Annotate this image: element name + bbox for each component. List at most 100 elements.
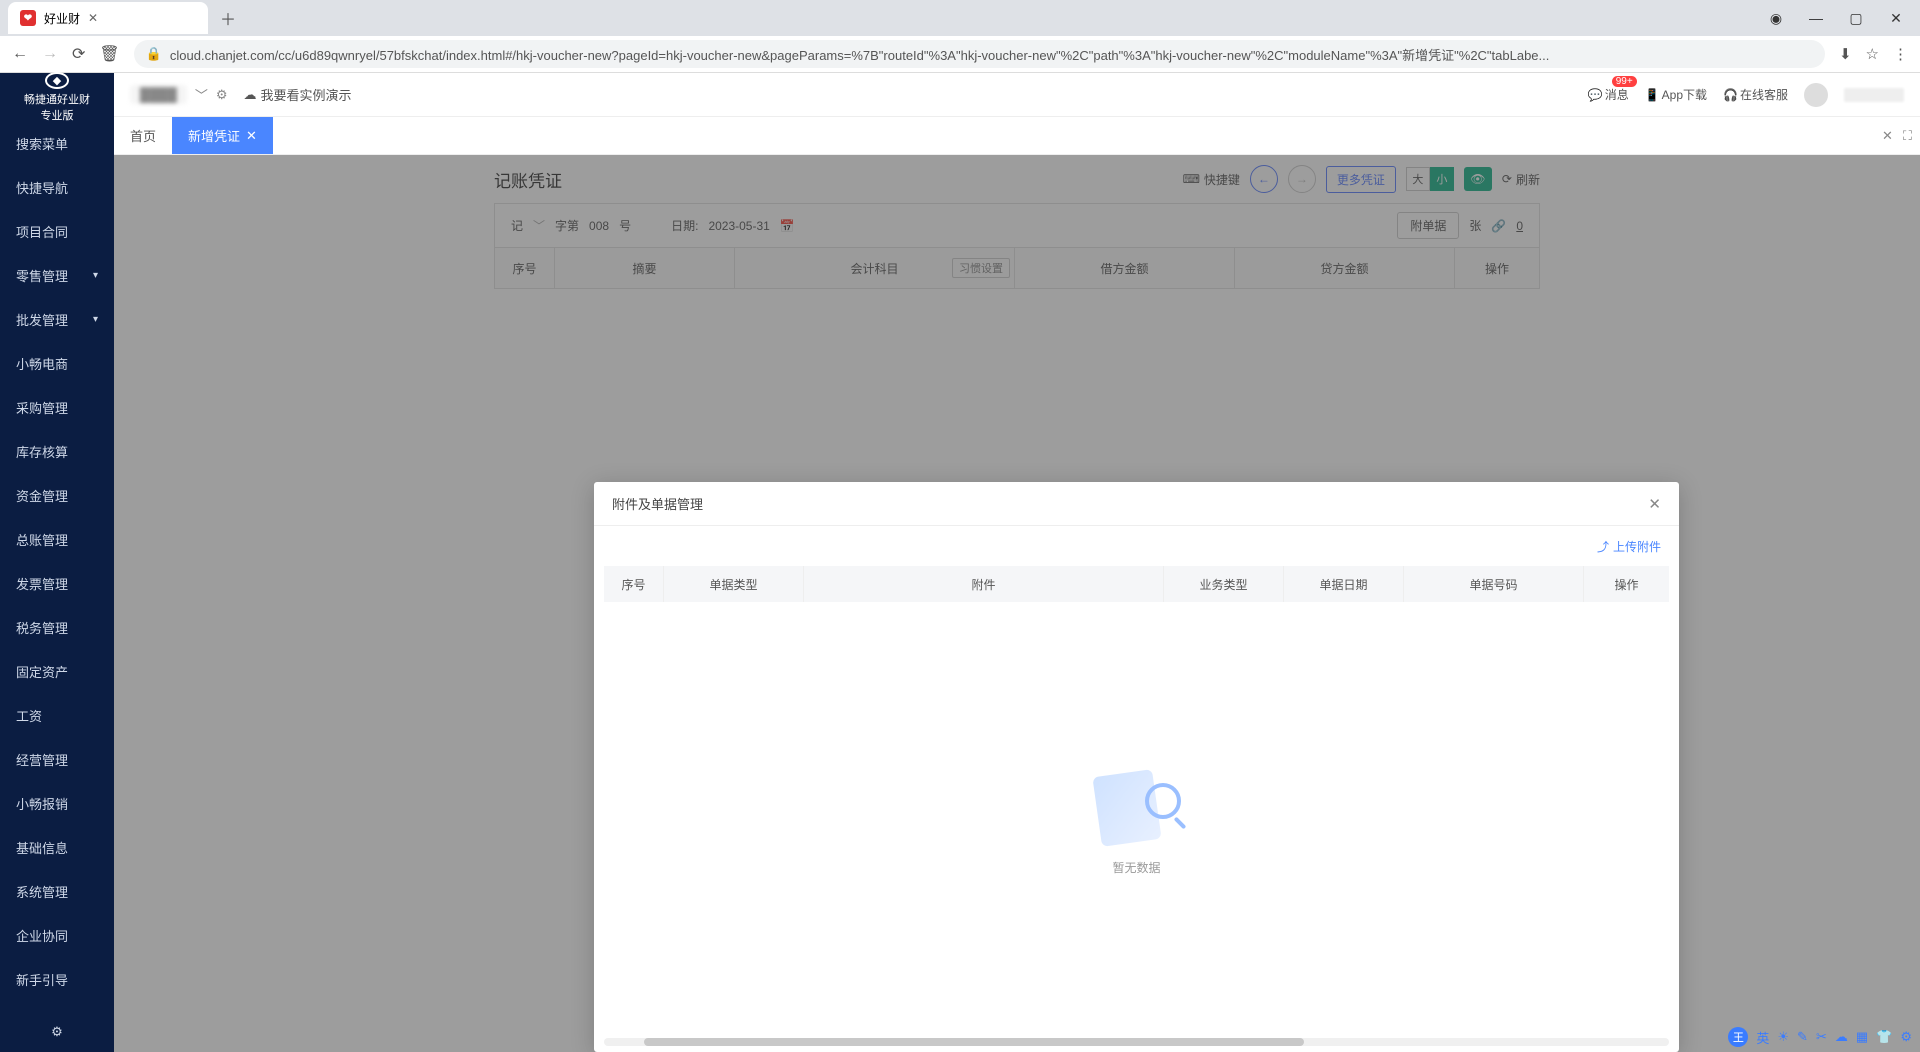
sidebar-item-新手引导[interactable]: 新手引导 — [0, 957, 114, 1001]
modal-scrollbar[interactable] — [604, 1038, 1669, 1046]
tray-scissors-icon[interactable]: ✂ — [1816, 1029, 1827, 1045]
new-tab-button[interactable]: ＋ — [220, 6, 236, 30]
sidebar-item-经营管理[interactable]: 经营管理 — [0, 737, 114, 781]
sidebar-item-批发管理[interactable]: 批发管理▾ — [0, 297, 114, 341]
sidebar-item-税务管理[interactable]: 税务管理 — [0, 605, 114, 649]
sidebar-item-系统管理[interactable]: 系统管理 — [0, 869, 114, 913]
modal-title: 附件及单据管理 — [612, 494, 703, 513]
mcol-biztype: 业务类型 — [1164, 566, 1284, 602]
sidebar-item-小畅报销[interactable]: 小畅报销 — [0, 781, 114, 825]
install-app-icon[interactable]: ⬇ — [1839, 45, 1852, 63]
sidebar-item-小畅电商[interactable]: 小畅电商 — [0, 341, 114, 385]
online-service-button[interactable]: 🎧 在线客服 — [1723, 86, 1788, 103]
sidebar-item-库存核算[interactable]: 库存核算 — [0, 429, 114, 473]
tray-screenshot-icon[interactable]: ▦ — [1856, 1029, 1868, 1045]
mcol-seq: 序号 — [604, 566, 664, 602]
app-download-button[interactable]: 📱 App下载 — [1645, 86, 1707, 103]
empty-state: 暂无数据 — [594, 602, 1679, 1038]
upload-icon: ⤴ — [1597, 538, 1609, 555]
tab-close-icon[interactable]: ✕ — [88, 11, 98, 25]
tab-close-icon[interactable]: ✕ — [246, 128, 257, 144]
mcol-docdate: 单据日期 — [1284, 566, 1404, 602]
sidebar-item-label: 总账管理 — [16, 530, 68, 549]
tab-title: 好业财 — [44, 10, 80, 27]
tray-cloud-icon[interactable]: ☁ — [1835, 1029, 1848, 1045]
sidebar-item-label: 批发管理 — [16, 310, 68, 329]
brand-text: 畅捷通好业财 — [24, 91, 90, 107]
sidebar-item-零售管理[interactable]: 零售管理▾ — [0, 253, 114, 297]
tray-sun-icon[interactable]: ☀ — [1777, 1029, 1789, 1045]
minimize-icon[interactable]: — — [1804, 10, 1828, 27]
sidebar-item-项目合同[interactable]: 项目合同 — [0, 209, 114, 253]
address-bar: ← → ⟳ 🗑 🔒 cloud.chanjet.com/cc/u6d89qwnr… — [0, 36, 1920, 72]
close-window-icon[interactable]: ✕ — [1884, 10, 1908, 27]
account-icon[interactable]: ◉ — [1764, 10, 1788, 27]
ime-lang[interactable]: 英 — [1756, 1028, 1769, 1047]
reload-button[interactable]: ⟳ — [72, 44, 85, 64]
sidebar-item-工资[interactable]: 工资 — [0, 693, 114, 737]
message-badge: 99+ — [1612, 76, 1637, 87]
org-settings-icon[interactable]: ⚙ — [216, 87, 228, 103]
upload-attachment-button[interactable]: ⤴ 上传附件 — [1597, 538, 1661, 555]
sidebar-item-label: 经营管理 — [16, 750, 68, 769]
sidebar-item-采购管理[interactable]: 采购管理 — [0, 385, 114, 429]
tray-shirt-icon[interactable]: 👕 — [1876, 1029, 1892, 1045]
tab-favicon-icon: ❤ — [20, 10, 36, 26]
delete-icon[interactable]: 🗑 — [99, 44, 119, 64]
empty-illustration-icon — [1089, 765, 1185, 845]
user-name — [1844, 88, 1904, 102]
sidebar-item-label: 采购管理 — [16, 398, 68, 417]
sidebar-item-label: 快捷导航 — [16, 178, 68, 197]
sidebar-item-企业协同[interactable]: 企业协同 — [0, 913, 114, 957]
sidebar-item-快捷导航[interactable]: 快捷导航 — [0, 165, 114, 209]
attachment-modal: 附件及单据管理 ✕ ⤴ 上传附件 序号 单据类型 附件 业务类型 单据日期 单据… — [594, 482, 1679, 1052]
sidebar-item-label: 小畅报销 — [16, 794, 68, 813]
sidebar-item-发票管理[interactable]: 发票管理 — [0, 561, 114, 605]
sidebar-item-label: 工资 — [16, 706, 42, 725]
org-selector[interactable]: ████ — [130, 85, 187, 104]
tray-gear-icon[interactable]: ⚙ — [1900, 1029, 1912, 1045]
sidebar-item-总账管理[interactable]: 总账管理 — [0, 517, 114, 561]
tab-home[interactable]: 首页 — [114, 117, 172, 154]
sidebar-item-搜索菜单[interactable]: 搜索菜单 — [0, 121, 114, 165]
browser-tab[interactable]: ❤ 好业财 ✕ — [8, 2, 208, 34]
demo-link[interactable]: ☁ 我要看实例演示 — [244, 85, 352, 104]
chat-icon: 💬 — [1588, 88, 1603, 102]
sidebar-item-label: 项目合同 — [16, 222, 68, 241]
browser-menu-icon[interactable]: ⋮ — [1893, 45, 1908, 63]
maximize-icon[interactable]: ▢ — [1844, 10, 1868, 27]
ime-icon[interactable]: 王 — [1728, 1027, 1748, 1047]
tray-edit-icon[interactable]: ✎ — [1797, 1029, 1808, 1045]
headset-icon: 🎧 — [1723, 88, 1738, 102]
system-tray: 王 英 ☀ ✎ ✂ ☁ ▦ 👕 ⚙ — [1728, 1027, 1912, 1047]
back-button[interactable]: ← — [12, 45, 28, 63]
empty-text: 暂无数据 — [1112, 859, 1160, 876]
top-bar: ████ ﹀ ⚙ ☁ 我要看实例演示 💬 消息 99+ 📱 App下载 — [114, 73, 1920, 117]
sidebar-item-label: 系统管理 — [16, 882, 68, 901]
sidebar-item-label: 税务管理 — [16, 618, 68, 637]
modal-close-button[interactable]: ✕ — [1648, 495, 1661, 513]
sidebar-item-label: 固定资产 — [16, 662, 68, 681]
sidebar-item-基础信息[interactable]: 基础信息 — [0, 825, 114, 869]
sidebar-item-固定资产[interactable]: 固定资产 — [0, 649, 114, 693]
sidebar-item-label: 搜索菜单 — [16, 134, 68, 153]
url-text: cloud.chanjet.com/cc/u6d89qwnryel/57bfsk… — [170, 45, 1549, 64]
sidebar-settings-icon[interactable]: ⚙ — [0, 1012, 114, 1052]
forward-button[interactable]: → — [42, 45, 58, 63]
tab-new-voucher[interactable]: 新增凭证 ✕ — [172, 117, 273, 154]
sidebar-item-资金管理[interactable]: 资金管理 — [0, 473, 114, 517]
avatar[interactable] — [1804, 83, 1828, 107]
logo: ◆ 畅捷通好业财 专业版 — [0, 73, 114, 121]
bookmark-star-icon[interactable]: ☆ — [1866, 45, 1879, 63]
close-all-tabs-icon[interactable]: ✕ — [1882, 128, 1893, 144]
sidebar-item-label: 发票管理 — [16, 574, 68, 593]
lock-icon: 🔒 — [146, 46, 162, 62]
chevron-down-icon[interactable]: ﹀ — [195, 85, 208, 104]
fullscreen-icon[interactable]: ⛶ — [1903, 128, 1912, 144]
url-box[interactable]: 🔒 cloud.chanjet.com/cc/u6d89qwnryel/57bf… — [134, 40, 1825, 68]
sidebar-item-label: 小畅电商 — [16, 354, 68, 373]
messages-button[interactable]: 💬 消息 99+ — [1588, 86, 1629, 103]
sidebar-item-label: 新手引导 — [16, 970, 68, 989]
logo-icon: ◆ — [45, 72, 69, 89]
phone-icon: 📱 — [1645, 88, 1660, 102]
